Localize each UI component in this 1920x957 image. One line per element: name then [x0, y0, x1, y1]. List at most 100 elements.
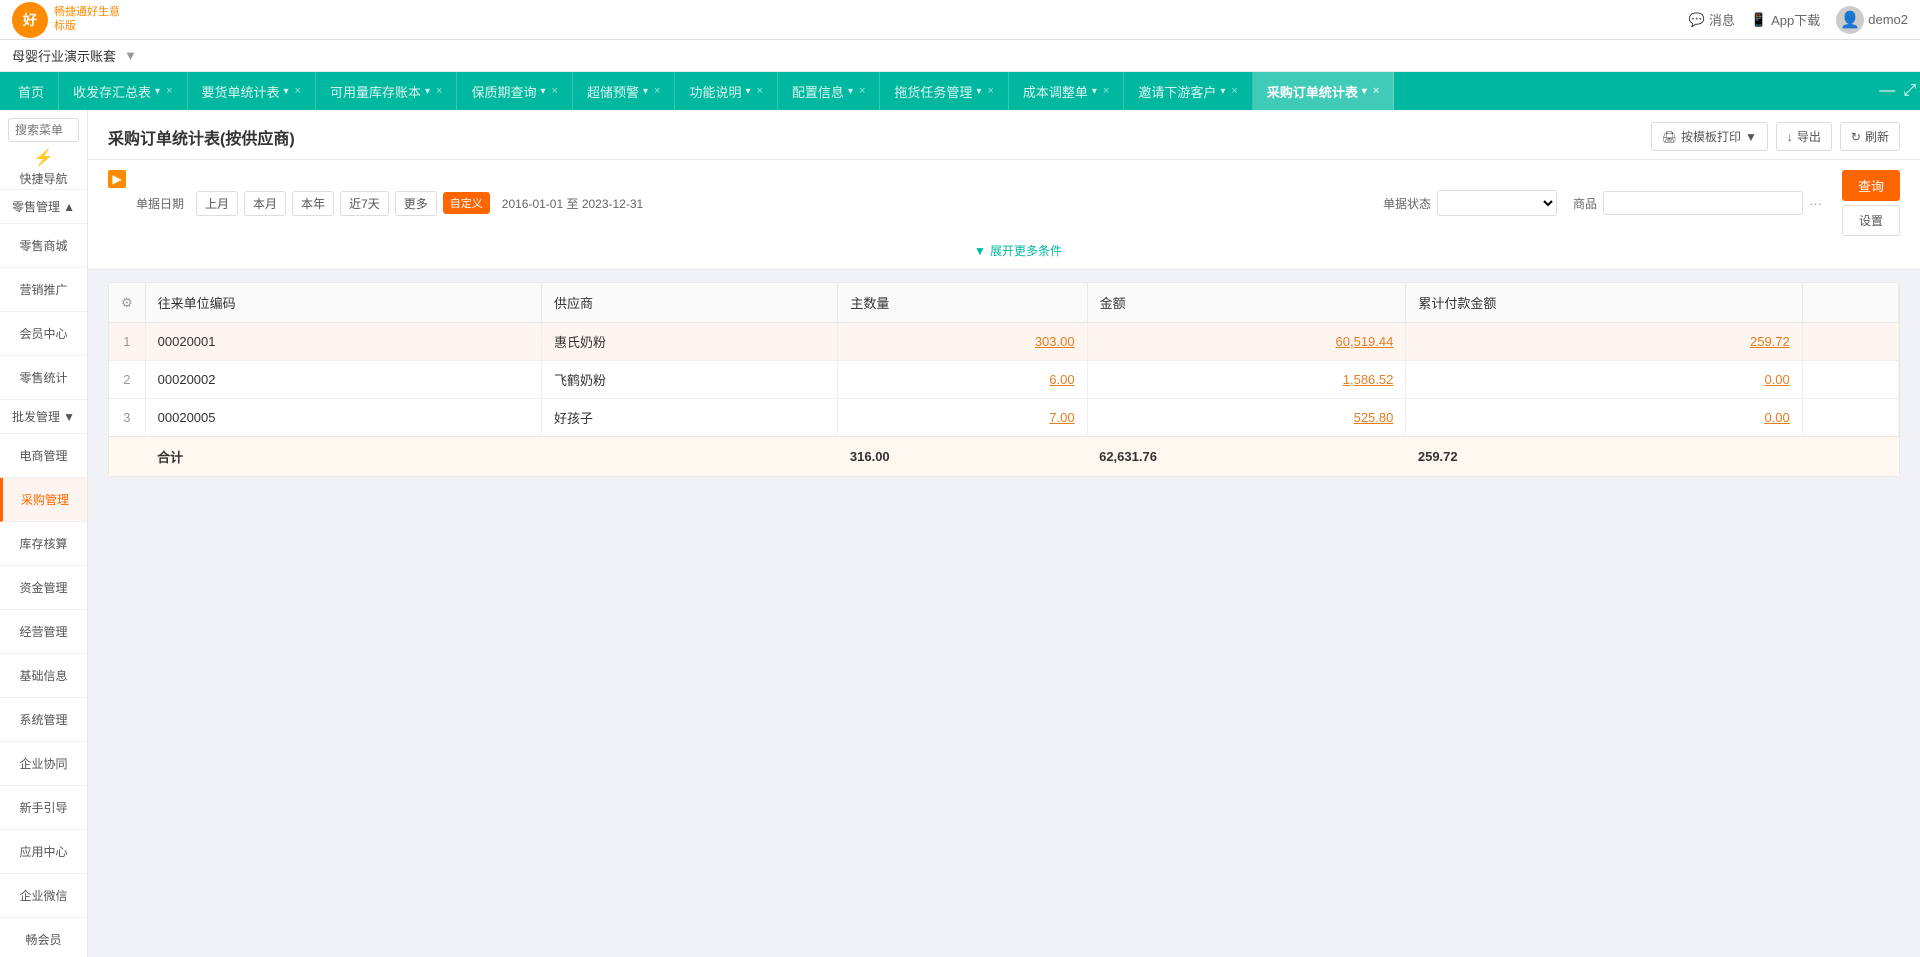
tab-home[interactable]: 首页 [4, 72, 59, 110]
tab-yaohuo[interactable]: 要货单统计表 ▾ × [188, 72, 316, 110]
sidebar-item-vip[interactable]: 畅会员 [0, 918, 87, 957]
col-settings[interactable]: ⚙ [109, 283, 145, 323]
sidebar-item-inventory[interactable]: 库存核算 [0, 522, 87, 566]
tab-close-icon[interactable]: × [1373, 85, 1379, 97]
tab-close-icon[interactable]: × [1103, 85, 1109, 97]
query-btn[interactable]: 查询 [1842, 170, 1900, 201]
export-btn[interactable]: ↓ 导出 [1776, 122, 1832, 151]
status-filter-field: 单据状态 [1383, 190, 1557, 216]
sidebar-item-ecommerce[interactable]: 电商管理 [0, 434, 87, 478]
sidebar-item-retail[interactable]: 零售管理 ▲ [0, 190, 87, 224]
tab-minimize-icon[interactable]: — [1879, 82, 1895, 100]
table-row[interactable]: 2 00020002 飞鹤奶粉 6.00 1,586.52 0.00 [109, 361, 1899, 399]
sidebar-item-operation[interactable]: 经营管理 [0, 610, 87, 654]
search-input[interactable] [8, 118, 79, 142]
vip-label: 畅会员 [25, 931, 61, 948]
expand-btn[interactable]: ▼ 展开更多条件 [974, 242, 1062, 259]
template-print-btn[interactable]: 🖨 按模板打印 ▼ [1651, 122, 1768, 151]
refresh-btn[interactable]: ↻ 刷新 [1840, 122, 1900, 151]
tab-tuohuo[interactable]: 拖货任务管理 ▾ × [880, 72, 1008, 110]
date-btn-7days[interactable]: 近7天 [340, 191, 389, 216]
tab-yaoqing-label: 邀请下游客户 [1138, 82, 1216, 101]
user-avatar-btn[interactable]: 👤 demo2 [1836, 6, 1908, 34]
layout: ⚡ 快捷导航 零售管理 ▲ 零售商城 营销推广 会员中心 零售统计 批发管理 ▼… [0, 110, 1920, 957]
row-paid-3[interactable]: 0.00 [1406, 399, 1802, 437]
row-num-1: 1 [109, 323, 145, 361]
tab-keyong-label: 可用量库存账本 [330, 82, 421, 101]
tab-close-icon[interactable]: × [859, 85, 865, 97]
row-qty-2[interactable]: 6.00 [838, 361, 1087, 399]
tab-close-icon[interactable]: × [436, 85, 442, 97]
sidebar-item-finance[interactable]: 资金管理 [0, 566, 87, 610]
footer-amount: 62,631.76 [1087, 437, 1406, 477]
tab-dropdown-icon: ▾ [540, 86, 545, 97]
sidebar-item-marketing[interactable]: 营销推广 [0, 268, 87, 312]
sidebar-item-newbie[interactable]: 新手引导 [0, 786, 87, 830]
tab-dropdown-icon: ▾ [284, 86, 289, 97]
sidebar-item-retail-stat[interactable]: 零售统计 [0, 356, 87, 400]
filter-toggle-icon[interactable]: ▶ [108, 170, 126, 188]
sidebar-item-basic[interactable]: 基础信息 [0, 654, 87, 698]
footer-paid: 259.72 [1406, 437, 1802, 477]
tab-peizhi[interactable]: 配置信息 ▾ × [778, 72, 880, 110]
message-btn[interactable]: 💬 消息 [1689, 10, 1735, 29]
tab-gongneng[interactable]: 功能说明 ▾ × [675, 72, 777, 110]
sidebar-item-wechat[interactable]: 企业微信 [0, 874, 87, 918]
wholesale-label: 批发管理 [12, 408, 60, 425]
tab-close-icon[interactable]: × [552, 85, 558, 97]
row-code-3: 00020005 [145, 399, 541, 437]
tab-shoufaihui[interactable]: 收发存汇总表 ▾ × [59, 72, 187, 110]
goods-input[interactable] [1603, 191, 1803, 215]
app-download-btn[interactable]: 📱 App下载 [1751, 10, 1820, 29]
tab-chaochu[interactable]: 超储预警 ▾ × [573, 72, 675, 110]
workspace-dropdown-icon[interactable]: ▼ [124, 48, 137, 63]
date-btn-custom[interactable]: 自定义 [443, 192, 490, 214]
tab-baozhi[interactable]: 保质期查询 ▾ × [457, 72, 572, 110]
wholesale-arrow-icon: ▼ [63, 410, 75, 424]
date-filter-label: 单据日期 [136, 195, 184, 212]
wechat-label: 企业微信 [19, 887, 67, 904]
row-amount-2[interactable]: 1,586.52 [1087, 361, 1406, 399]
row-paid-1[interactable]: 259.72 [1406, 323, 1802, 361]
printer-icon: 🖨 [1662, 130, 1677, 144]
tab-close-icon[interactable]: × [756, 85, 762, 97]
tab-chengben[interactable]: 成本调整单 ▾ × [1009, 72, 1124, 110]
tab-dropdown-icon: ▾ [1092, 86, 1097, 97]
tab-keyong[interactable]: 可用量库存账本 ▾ × [316, 72, 457, 110]
tab-close-icon[interactable]: × [654, 85, 660, 97]
row-amount-3[interactable]: 525.80 [1087, 399, 1406, 437]
table-row[interactable]: 3 00020005 好孩子 7.00 525.80 0.00 [109, 399, 1899, 437]
sidebar-item-apps[interactable]: 应用中心 [0, 830, 87, 874]
row-qty-3[interactable]: 7.00 [838, 399, 1087, 437]
sidebar-item-system[interactable]: 系统管理 [0, 698, 87, 742]
tab-caigou[interactable]: 采购订单统计表 ▾ × [1253, 72, 1394, 110]
tab-tuohuo-label: 拖货任务管理 [894, 82, 972, 101]
logo-icon: 好 [12, 2, 48, 38]
sidebar-item-collab[interactable]: 企业协同 [0, 742, 87, 786]
date-btn-this-year[interactable]: 本年 [292, 191, 334, 216]
table-row[interactable]: 1 00020001 惠氏奶粉 303.00 60,519.44 259.72 [109, 323, 1899, 361]
tab-close-icon[interactable]: × [987, 85, 993, 97]
row-amount-1[interactable]: 60,519.44 [1087, 323, 1406, 361]
row-paid-2[interactable]: 0.00 [1406, 361, 1802, 399]
tab-close-icon[interactable]: × [1231, 85, 1237, 97]
sidebar-item-quicknav[interactable]: ⚡ 快捷导航 [0, 146, 87, 190]
sidebar-item-retail-mall[interactable]: 零售商城 [0, 224, 87, 268]
date-btn-this-month[interactable]: 本月 [244, 191, 286, 216]
sidebar-item-wholesale[interactable]: 批发管理 ▼ [0, 400, 87, 434]
tab-yaoqing[interactable]: 邀请下游客户 ▾ × [1124, 72, 1252, 110]
sidebar-item-purchase[interactable]: 采购管理 [0, 478, 87, 522]
date-btn-more[interactable]: 更多 [395, 191, 437, 216]
sidebar: ⚡ 快捷导航 零售管理 ▲ 零售商城 营销推广 会员中心 零售统计 批发管理 ▼… [0, 110, 88, 957]
tab-close-icon[interactable]: × [295, 85, 301, 97]
collab-label: 企业协同 [19, 755, 67, 772]
sidebar-item-member[interactable]: 会员中心 [0, 312, 87, 356]
tab-caigou-label: 采购订单统计表 [1267, 82, 1358, 101]
row-qty-1[interactable]: 303.00 [838, 323, 1087, 361]
date-btn-last-month[interactable]: 上月 [196, 191, 238, 216]
settings-btn[interactable]: 设置 [1842, 205, 1900, 236]
status-select[interactable] [1437, 190, 1557, 216]
tab-maximize-icon[interactable]: ⤢ [1903, 82, 1916, 100]
goods-more-icon[interactable]: ··· [1809, 196, 1822, 211]
tab-close-icon[interactable]: × [166, 85, 172, 97]
